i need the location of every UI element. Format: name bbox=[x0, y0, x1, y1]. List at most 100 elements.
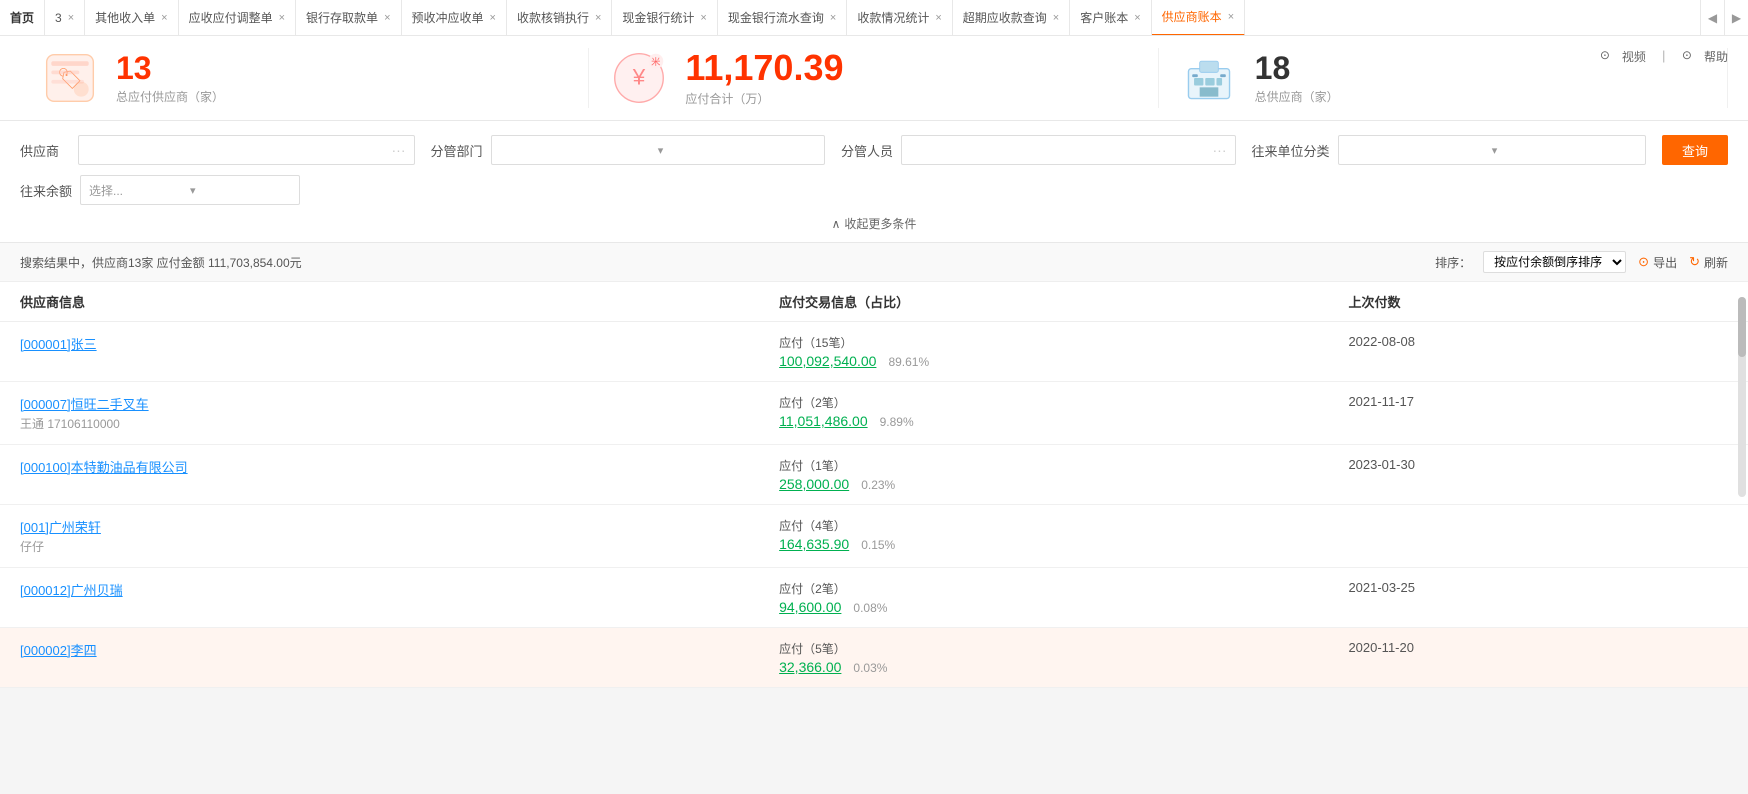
unit-class-label: 往来单位分类 bbox=[1252, 141, 1330, 160]
nav-tab-cash-flow[interactable]: 现金银行流水查询 × bbox=[718, 0, 847, 36]
person-input[interactable] bbox=[910, 143, 1212, 157]
payable-amount-3[interactable]: 258,000.00 bbox=[779, 476, 849, 492]
close-icon[interactable]: × bbox=[1134, 12, 1140, 24]
supplier-info-1: [000001]张三 bbox=[20, 334, 779, 353]
stats-banner: 🏷 13 总应付供应商（家） ¥ 米 11,170.39 应付合计（万） bbox=[0, 36, 1748, 121]
balance-select[interactable]: 选择... ▾ bbox=[80, 175, 300, 205]
chevron-down-icon-3: ▾ bbox=[190, 184, 291, 197]
payable-row-6: 32,366.00 0.03% bbox=[779, 659, 1348, 675]
unit-class-select[interactable]: ▾ bbox=[1338, 135, 1646, 165]
export-button[interactable]: ⊙ 导出 bbox=[1638, 254, 1677, 271]
supplier-name-3[interactable]: [000100]本特勤油品有限公司 bbox=[20, 457, 779, 476]
total-suppliers-icon bbox=[1179, 48, 1239, 108]
tab-3-label: 3 bbox=[55, 11, 62, 25]
supplier-sub-4: 仔仔 bbox=[20, 538, 779, 555]
payable-amount-2[interactable]: 11,051,486.00 bbox=[779, 413, 868, 429]
refresh-button[interactable]: ↻ 刷新 bbox=[1689, 254, 1728, 271]
supplier-name-1[interactable]: [000001]张三 bbox=[20, 334, 779, 353]
last-pay-date-3: 2023-01-30 bbox=[1348, 457, 1415, 472]
nav-tab-advance-collection[interactable]: 预收冲应收单 × bbox=[402, 0, 507, 36]
suppliers-payable-number: 13 bbox=[116, 52, 224, 84]
close-icon[interactable]: × bbox=[935, 12, 941, 24]
help-icon: ⊙ bbox=[1682, 48, 1692, 65]
help-link[interactable]: 帮助 bbox=[1704, 48, 1728, 65]
supplier-info-4: [001]广州荣轩 仔仔 bbox=[20, 517, 779, 555]
supplier-input[interactable] bbox=[87, 143, 392, 157]
search-bar: 供应商 ··· 分管部门 ▾ 分管人员 ··· 往来单位分类 ▾ bbox=[0, 121, 1748, 243]
supplier-name-6[interactable]: [000002]李四 bbox=[20, 640, 779, 659]
close-icon[interactable]: × bbox=[700, 12, 706, 24]
supplier-name-4[interactable]: [001]广州荣轩 bbox=[20, 517, 779, 536]
nav-tab-payment-verify[interactable]: 收款核销执行 × bbox=[507, 0, 612, 36]
last-pay-3: 2023-01-30 bbox=[1348, 457, 1728, 472]
supplier-input-wrap[interactable]: ··· bbox=[78, 135, 415, 165]
last-pay-1: 2022-08-08 bbox=[1348, 334, 1728, 349]
supplier-name-2[interactable]: [000007]恒旺二手叉车 bbox=[20, 394, 779, 413]
search-row-1: 供应商 ··· 分管部门 ▾ 分管人员 ··· 往来单位分类 ▾ bbox=[20, 135, 1728, 165]
scrollbar[interactable] bbox=[1738, 297, 1746, 497]
nav-tab-3[interactable]: 3 × bbox=[45, 0, 85, 36]
payable-amount-1[interactable]: 100,092,540.00 bbox=[779, 353, 876, 369]
close-icon[interactable]: × bbox=[1053, 12, 1059, 24]
stat-text-total-suppliers: 18 总供应商（家） bbox=[1255, 52, 1339, 105]
payable-amount-4[interactable]: 164,635.90 bbox=[779, 536, 849, 552]
supplier-info-5: [000012]广州贝瑞 bbox=[20, 580, 779, 599]
payable-amount-5[interactable]: 94,600.00 bbox=[779, 599, 841, 615]
close-icon[interactable]: × bbox=[595, 12, 601, 24]
close-icon[interactable]: × bbox=[1228, 11, 1234, 23]
close-icon[interactable]: × bbox=[68, 12, 74, 24]
nav-tab-customer-ledger[interactable]: 客户账本 × bbox=[1070, 0, 1151, 36]
payable-info-4: 应付（4笔） 164,635.90 0.15% bbox=[779, 517, 1348, 552]
payable-label-3: 应付（1笔） bbox=[779, 457, 1348, 474]
nav-prev-button[interactable]: ◀ bbox=[1700, 0, 1724, 36]
top-navigation: 首页 3 × 其他收入单 × 应收应付调整单 × 银行存取款单 × 预收冲应收单… bbox=[0, 0, 1748, 36]
supplier-info-6: [000002]李四 bbox=[20, 640, 779, 659]
export-label: 导出 bbox=[1653, 254, 1677, 271]
dots-icon: ··· bbox=[392, 142, 406, 158]
nav-tab-home[interactable]: 首页 bbox=[0, 0, 45, 36]
nav-tab-adjustment[interactable]: 应收应付调整单 × bbox=[179, 0, 296, 36]
last-pay-2: 2021-11-17 bbox=[1348, 394, 1728, 409]
divider: ｜ bbox=[1658, 48, 1670, 65]
last-pay-date-6: 2020-11-20 bbox=[1348, 640, 1414, 655]
query-button[interactable]: 查询 bbox=[1662, 135, 1728, 165]
payable-pct-3: 0.23% bbox=[861, 478, 895, 492]
payable-total-number: 11,170.39 bbox=[685, 50, 843, 86]
scrollbar-thumb[interactable] bbox=[1738, 297, 1746, 357]
close-icon[interactable]: × bbox=[279, 12, 285, 24]
nav-tab-cash-stats[interactable]: 现金银行统计 × bbox=[612, 0, 717, 36]
supplier-name-5[interactable]: [000012]广州贝瑞 bbox=[20, 580, 779, 599]
nav-tab-overdue[interactable]: 超期应收款查询 × bbox=[953, 0, 1070, 36]
supplier-ledger-label: 供应商账本 bbox=[1162, 8, 1222, 25]
collapse-up-icon: ∧ bbox=[832, 217, 841, 231]
close-icon[interactable]: × bbox=[830, 12, 836, 24]
home-tab-label: 首页 bbox=[10, 9, 34, 26]
nav-tab-other-income[interactable]: 其他收入单 × bbox=[85, 0, 178, 36]
close-icon[interactable]: × bbox=[490, 12, 496, 24]
svg-text:¥: ¥ bbox=[632, 65, 646, 90]
nav-tab-supplier-ledger[interactable]: 供应商账本 × bbox=[1152, 0, 1245, 36]
collapse-button[interactable]: ∧ 收起更多条件 bbox=[20, 215, 1728, 232]
payable-label-4: 应付（4笔） bbox=[779, 517, 1348, 534]
close-icon[interactable]: × bbox=[161, 12, 167, 24]
collection-stats-label: 收款情况统计 bbox=[857, 9, 929, 26]
payment-verify-label: 收款核销执行 bbox=[517, 9, 589, 26]
nav-tab-collection-stats[interactable]: 收款情况统计 × bbox=[847, 0, 952, 36]
banner-right-links: ⊙ 视频 ｜ ⊙ 帮助 bbox=[1600, 48, 1728, 65]
dept-select[interactable]: ▾ bbox=[491, 135, 825, 165]
person-input-wrap[interactable]: ··· bbox=[901, 135, 1235, 165]
table-row: [000100]本特勤油品有限公司 应付（1笔） 258,000.00 0.23… bbox=[0, 445, 1748, 505]
nav-next-button[interactable]: ▶ bbox=[1724, 0, 1748, 36]
nav-tab-bank-deposit[interactable]: 银行存取款单 × bbox=[296, 0, 401, 36]
video-link[interactable]: 视频 bbox=[1622, 48, 1646, 65]
result-summary: 搜索结果中，供应商13家 应付金额 111,703,854.00元 bbox=[20, 254, 302, 271]
close-icon[interactable]: × bbox=[384, 12, 390, 24]
sort-select[interactable]: 按应付余额倒序排序 bbox=[1483, 251, 1626, 273]
payable-amount-6[interactable]: 32,366.00 bbox=[779, 659, 841, 675]
payable-pct-6: 0.03% bbox=[853, 661, 887, 675]
payable-info-5: 应付（2笔） 94,600.00 0.08% bbox=[779, 580, 1348, 615]
payable-label-5: 应付（2笔） bbox=[779, 580, 1348, 597]
stat-block-payable-total: ¥ 米 11,170.39 应付合计（万） bbox=[589, 48, 1158, 108]
result-bar: 搜索结果中，供应商13家 应付金额 111,703,854.00元 排序： 按应… bbox=[0, 243, 1748, 282]
payable-pct-5: 0.08% bbox=[853, 601, 887, 615]
